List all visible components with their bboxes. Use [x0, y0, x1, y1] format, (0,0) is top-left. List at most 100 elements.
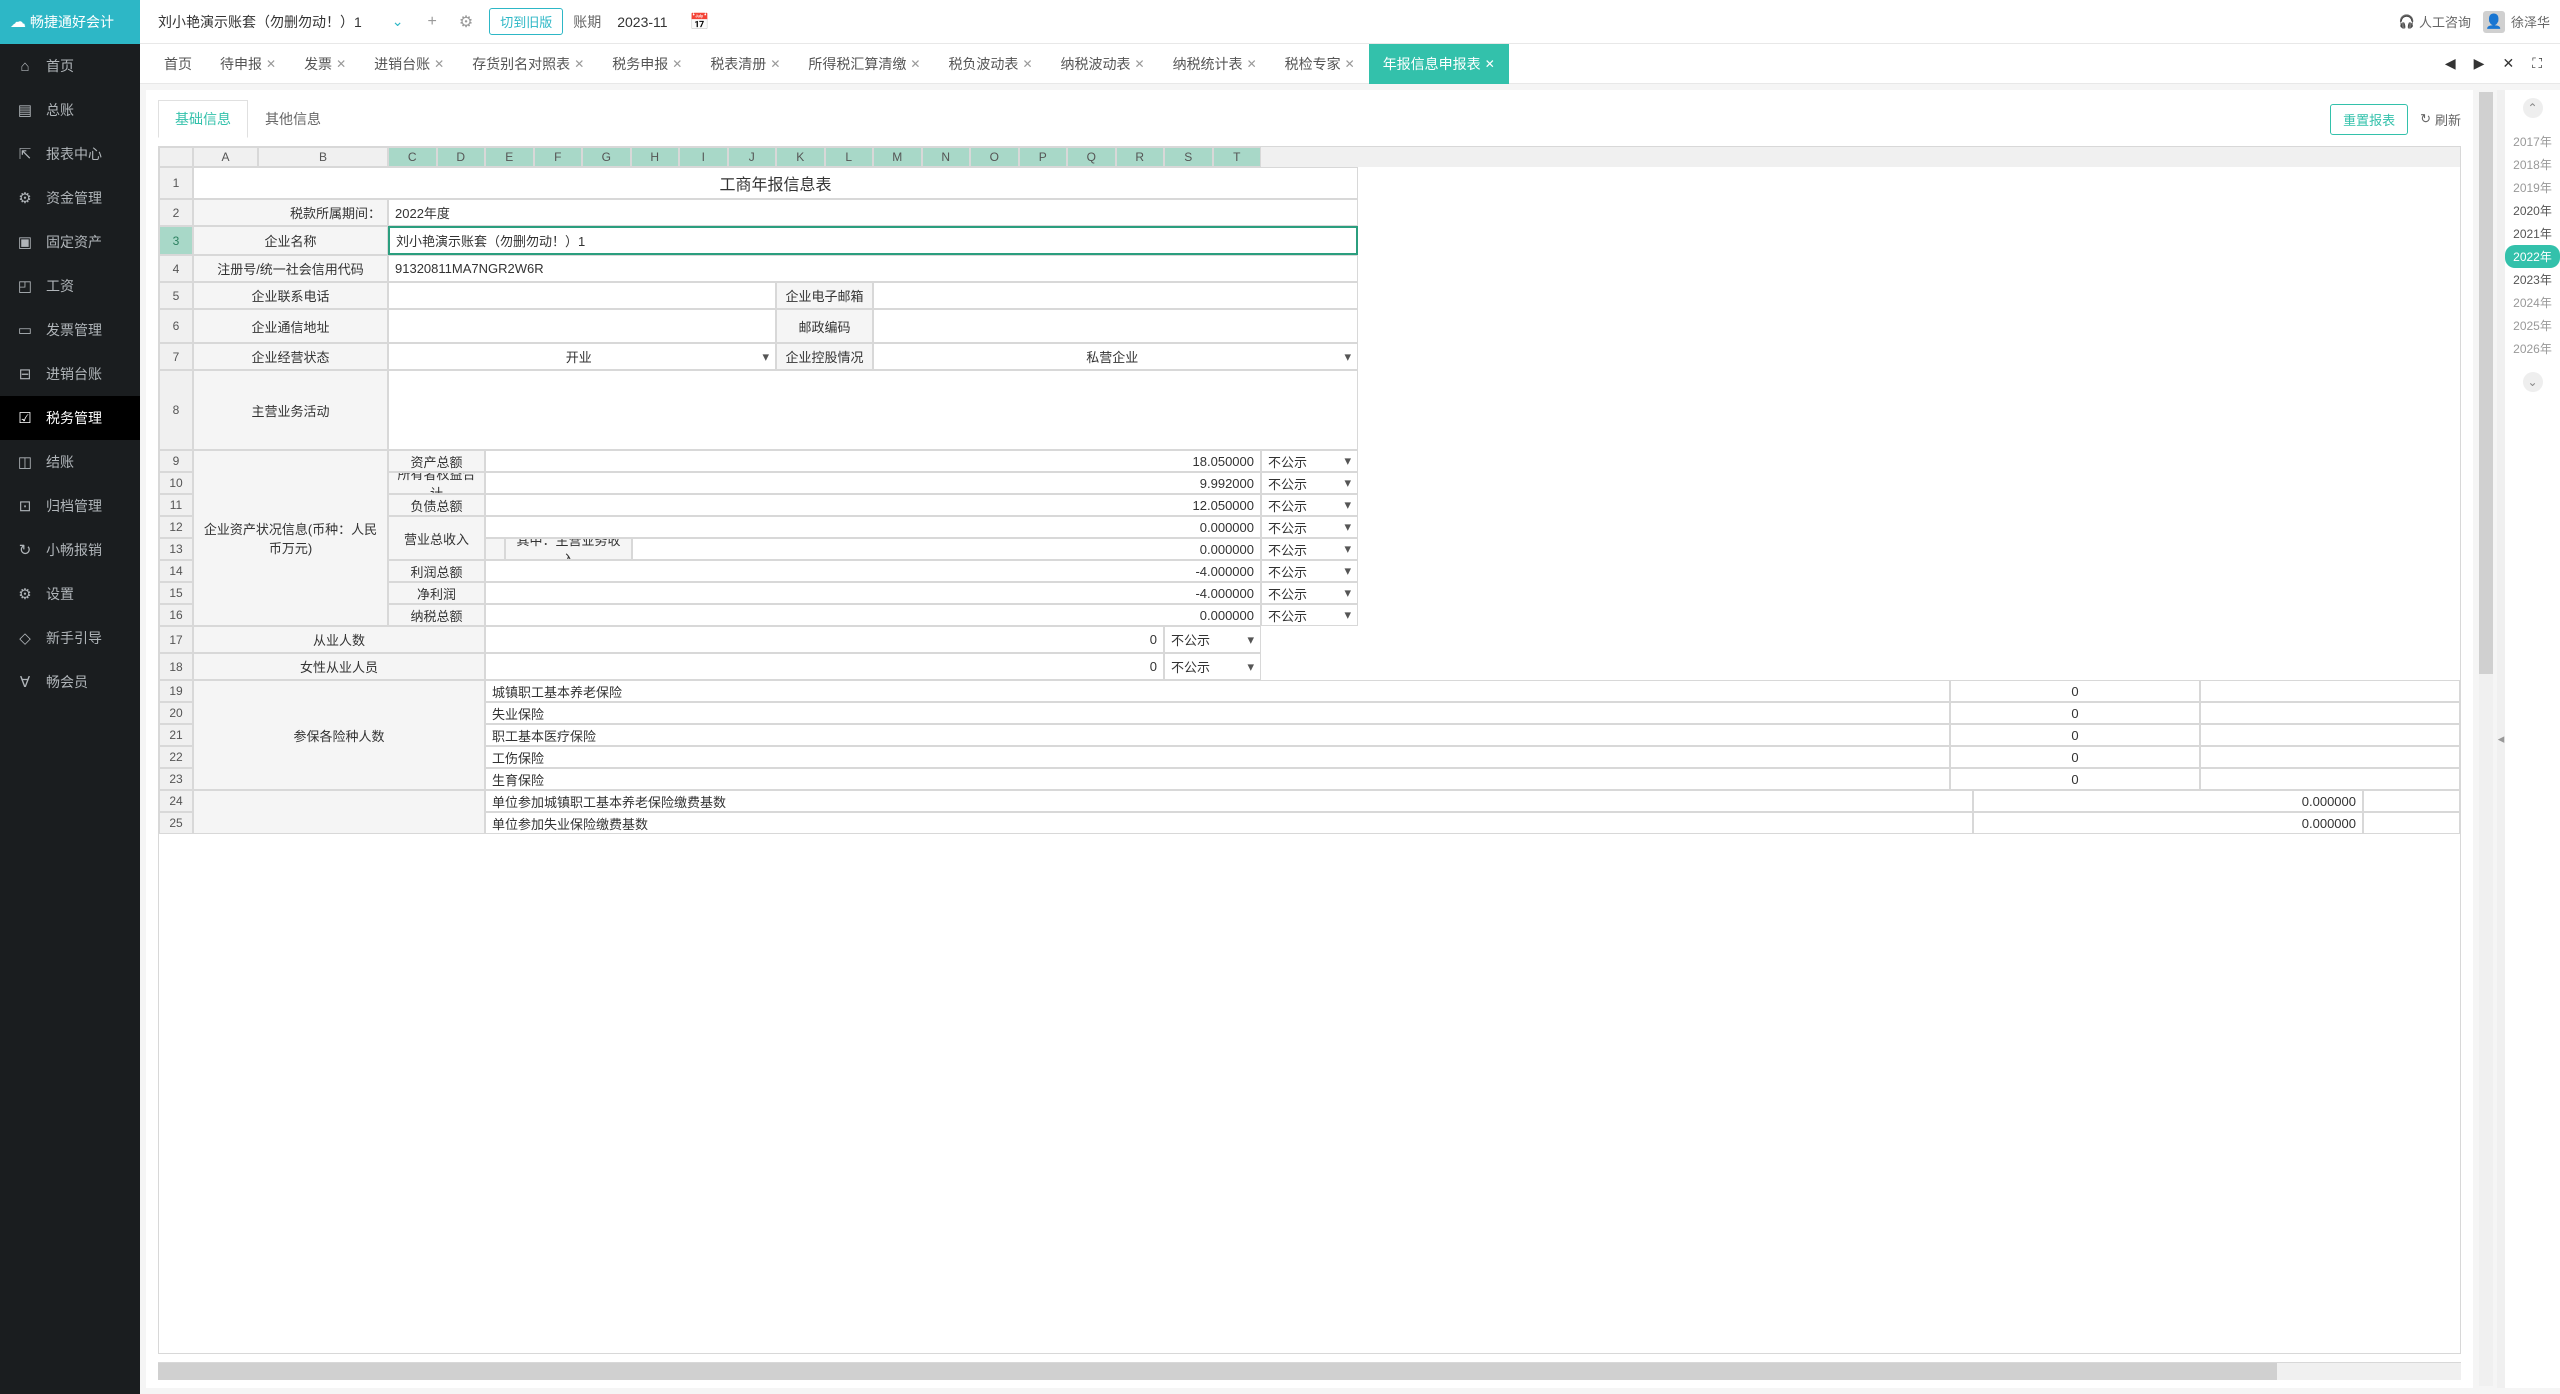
value-cell[interactable] [2200, 768, 2460, 790]
value-cell[interactable]: 0 [1950, 746, 2200, 768]
scrollbar-thumb[interactable] [158, 1363, 2277, 1380]
tab[interactable]: 税检专家✕ [1271, 44, 1369, 84]
column-header[interactable]: K [776, 147, 825, 167]
value-cell[interactable]: 18.050000 [485, 450, 1261, 472]
column-header[interactable]: N [922, 147, 971, 167]
tab[interactable]: 首页 [150, 44, 206, 84]
tab[interactable]: 所得税汇算清缴✕ [794, 44, 934, 84]
row-header[interactable]: 21 [159, 724, 193, 746]
close-icon[interactable]: ✕ [1485, 57, 1495, 71]
tab[interactable]: 进销台账✕ [360, 44, 458, 84]
tab[interactable]: 待申报✕ [206, 44, 290, 84]
row-header[interactable]: 3 [159, 226, 193, 255]
row-header[interactable]: 25 [159, 812, 193, 834]
user-menu[interactable]: 👤 徐泽华 [2483, 11, 2550, 33]
value-cell[interactable] [2200, 746, 2460, 768]
row-header[interactable]: 4 [159, 255, 193, 282]
calendar-icon[interactable]: 📅 [684, 8, 716, 36]
row-header[interactable]: 6 [159, 309, 193, 343]
value-cell[interactable]: 0 [485, 626, 1164, 653]
dropdown-cell[interactable]: 不公示▾ [1261, 582, 1358, 604]
row-header[interactable]: 19 [159, 680, 193, 702]
close-icon[interactable]: ✕ [910, 57, 920, 71]
nav-item[interactable]: ⇱报表中心 [0, 132, 140, 176]
column-header[interactable]: G [582, 147, 631, 167]
value-cell[interactable]: 2022年度 [388, 199, 1358, 226]
nav-item[interactable]: ⚙设置 [0, 572, 140, 616]
column-header[interactable]: B [258, 147, 388, 167]
value-cell[interactable] [2200, 680, 2460, 702]
reset-report-button[interactable]: 重置报表 [2330, 104, 2408, 135]
nav-item[interactable]: ⚙资金管理 [0, 176, 140, 220]
value-cell[interactable] [2200, 702, 2460, 724]
tab[interactable]: 税负波动表✕ [934, 44, 1046, 84]
dropdown-cell[interactable]: 开业▾ [388, 343, 776, 370]
column-header[interactable]: J [728, 147, 777, 167]
row-header[interactable]: 5 [159, 282, 193, 309]
period-value[interactable]: 2023-11 [617, 14, 667, 30]
tab[interactable]: 纳税波动表✕ [1047, 44, 1159, 84]
row-header[interactable]: 22 [159, 746, 193, 768]
value-cell[interactable] [873, 282, 1358, 309]
value-cell[interactable]: 9.992000 [485, 472, 1261, 494]
value-cell[interactable] [388, 309, 776, 343]
value-cell[interactable]: 0.000000 [1973, 812, 2363, 834]
year-item[interactable]: 2023年 [2505, 268, 2560, 291]
fullscreen-icon[interactable]: ⛶ [2524, 51, 2550, 76]
tab[interactable]: 税表清册✕ [696, 44, 794, 84]
nav-item[interactable]: ◇新手引导 [0, 616, 140, 660]
nav-item[interactable]: ⊡归档管理 [0, 484, 140, 528]
year-down-button[interactable]: ⌄ [2523, 372, 2543, 392]
column-header[interactable]: F [534, 147, 583, 167]
value-cell[interactable]: 91320811MA7NGR2W6R [388, 255, 1358, 282]
value-cell[interactable]: 12.050000 [485, 494, 1261, 516]
nav-item[interactable]: ▭发票管理 [0, 308, 140, 352]
tabs-prev-button[interactable]: ◀ [2437, 51, 2464, 76]
value-cell[interactable] [388, 282, 776, 309]
year-panel-collapse[interactable]: ◂ [2497, 90, 2505, 1388]
dropdown-cell[interactable]: 不公示▾ [1261, 560, 1358, 582]
sub-tab[interactable]: 基础信息 [158, 100, 248, 138]
year-item[interactable]: 2022年 [2505, 245, 2560, 268]
tab[interactable]: 存货别名对照表✕ [458, 44, 598, 84]
column-header[interactable]: C [388, 147, 437, 167]
value-cell[interactable] [388, 370, 1358, 450]
close-icon[interactable]: ✕ [1022, 57, 1032, 71]
horizontal-scrollbar[interactable] [158, 1362, 2461, 1380]
tab[interactable]: 税务申报✕ [598, 44, 696, 84]
tab[interactable]: 年报信息申报表✕ [1369, 44, 1509, 84]
row-header[interactable]: 24 [159, 790, 193, 812]
column-header[interactable]: H [631, 147, 680, 167]
column-header[interactable]: R [1116, 147, 1165, 167]
row-header[interactable]: 14 [159, 560, 193, 582]
row-header[interactable]: 1 [159, 167, 193, 199]
close-icon[interactable]: ✕ [574, 57, 584, 71]
dropdown-cell[interactable]: 不公示▾ [1261, 538, 1358, 560]
row-header[interactable]: 13 [159, 538, 193, 560]
close-icon[interactable]: ✕ [770, 57, 780, 71]
column-header[interactable]: O [970, 147, 1019, 167]
close-icon[interactable]: ✕ [1135, 57, 1145, 71]
nav-item[interactable]: ▤总账 [0, 88, 140, 132]
tab[interactable]: 纳税统计表✕ [1159, 44, 1271, 84]
nav-item[interactable]: ◫结账 [0, 440, 140, 484]
value-cell[interactable]: 0 [485, 653, 1164, 680]
column-header[interactable]: S [1164, 147, 1213, 167]
column-header[interactable]: P [1019, 147, 1068, 167]
row-header[interactable]: 17 [159, 626, 193, 653]
value-cell[interactable] [873, 309, 1358, 343]
close-icon[interactable]: ✕ [1247, 57, 1257, 71]
row-header[interactable]: 8 [159, 370, 193, 450]
value-cell[interactable]: 0 [1950, 724, 2200, 746]
add-icon[interactable]: + [422, 9, 443, 35]
dropdown-cell[interactable]: 不公示▾ [1261, 516, 1358, 538]
year-item[interactable]: 2020年 [2505, 199, 2560, 222]
close-icon[interactable]: ✕ [336, 57, 346, 71]
old-version-button[interactable]: 切到旧版 [489, 8, 563, 35]
row-header[interactable]: 11 [159, 494, 193, 516]
value-cell[interactable]: 0.000000 [1973, 790, 2363, 812]
column-header[interactable]: I [679, 147, 728, 167]
row-header[interactable]: 7 [159, 343, 193, 370]
value-cell[interactable]: 0.000000 [632, 538, 1261, 560]
column-header[interactable]: Q [1067, 147, 1116, 167]
